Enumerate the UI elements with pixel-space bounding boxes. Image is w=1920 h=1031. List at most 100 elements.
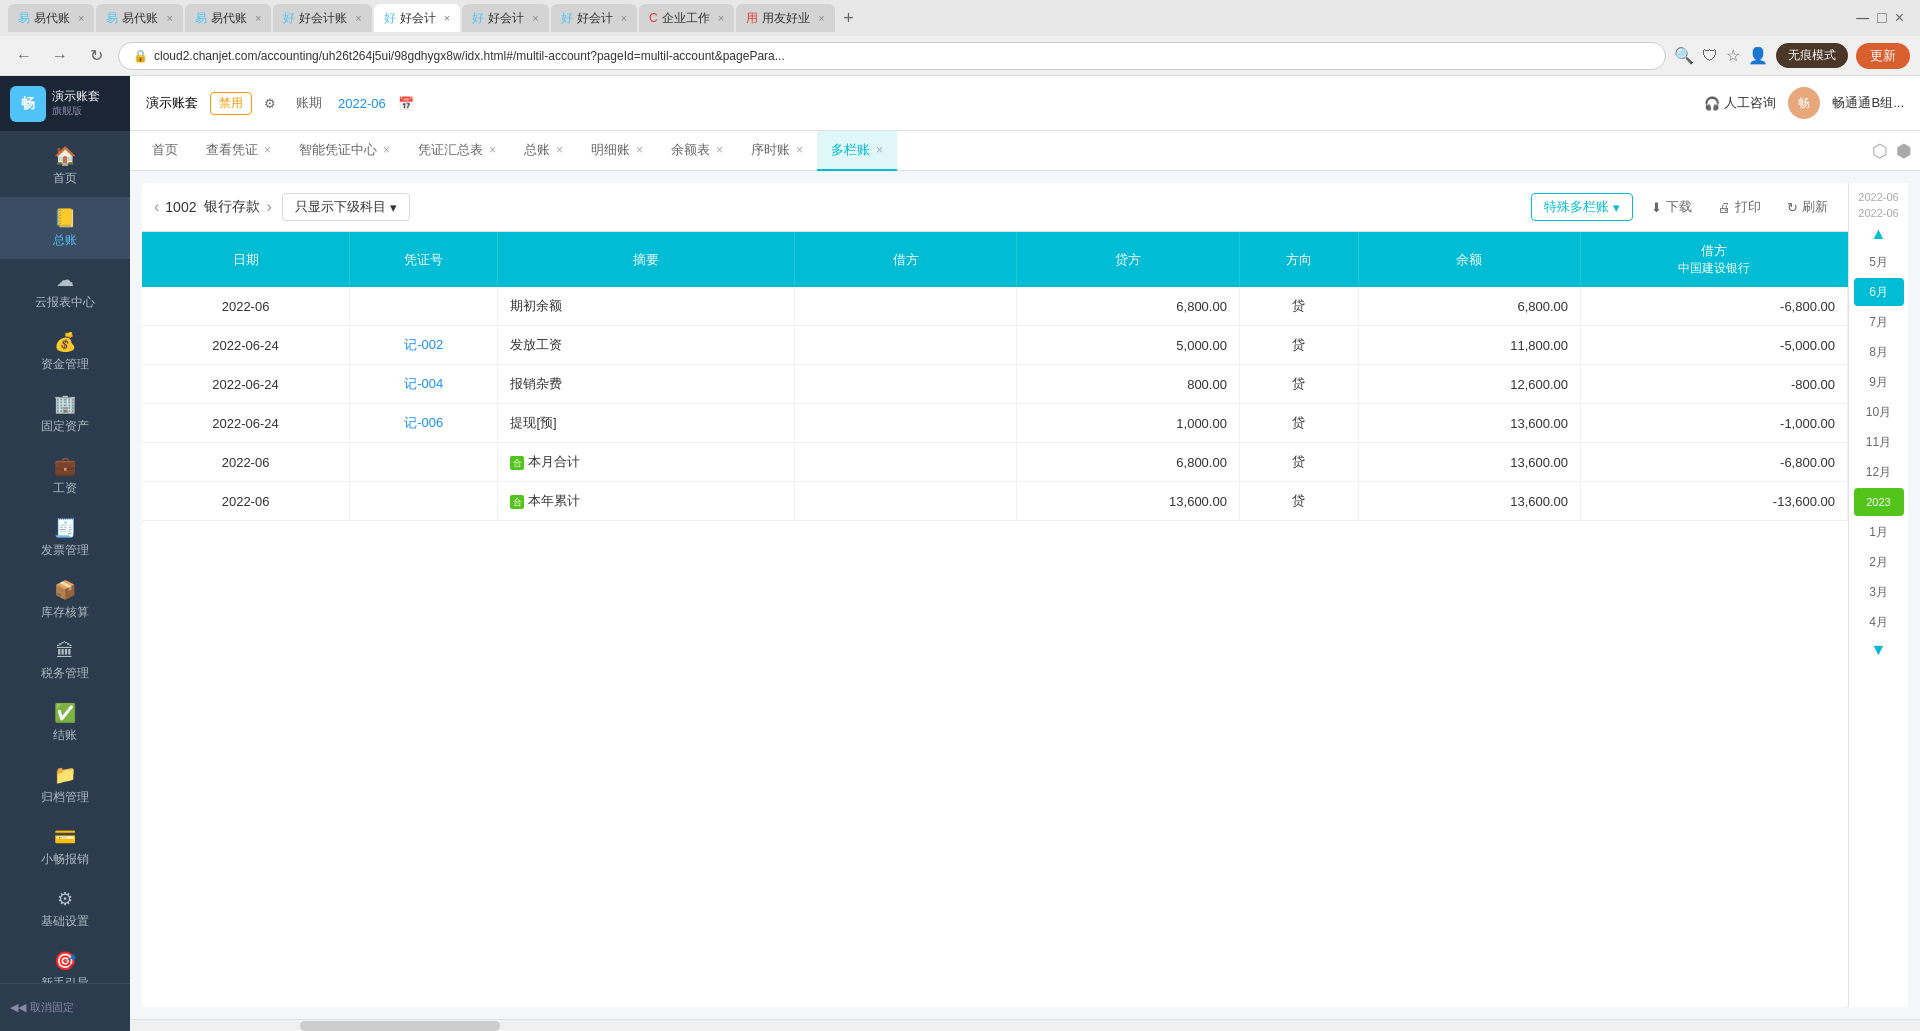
page-tab-voucher[interactable]: 查看凭证 × <box>192 131 285 171</box>
tab-close-vsum[interactable]: × <box>489 143 496 157</box>
refresh-button[interactable]: ↻ 刷新 <box>1779 194 1836 220</box>
archive-icon: 📁 <box>54 764 76 786</box>
no-trace-button[interactable]: 无痕模式 <box>1776 43 1848 68</box>
tab-close-3[interactable]: × <box>255 12 261 24</box>
month-item-aug[interactable]: 8月 <box>1854 338 1904 366</box>
horizontal-scrollbar[interactable] <box>130 1019 1920 1031</box>
tab-haohuiji-4[interactable]: 好 好会计账 × <box>273 4 371 32</box>
new-tab-button[interactable]: + <box>837 6 861 30</box>
tab-close-9[interactable]: × <box>818 12 824 24</box>
sidebar-item-ledger[interactable]: 📒 总账 <box>0 197 130 259</box>
page-tab-general-ledger[interactable]: 总账 × <box>510 131 577 171</box>
sidebar-item-inventory[interactable]: 📦 库存核算 <box>0 569 130 631</box>
sidebar-item-salary[interactable]: 💼 工资 <box>0 445 130 507</box>
month-item-jul[interactable]: 7月 <box>1854 308 1904 336</box>
consult-button[interactable]: 🎧 人工咨询 <box>1704 94 1776 112</box>
next-account-button[interactable]: › <box>266 198 271 216</box>
page-tab-smart-voucher[interactable]: 智能凭证中心 × <box>285 131 404 171</box>
sidebar-item-reports[interactable]: ☁ 云报表中心 <box>0 259 130 321</box>
tab-yidaizhang-3[interactable]: 易 易代账 × <box>185 4 271 32</box>
tab-close-chrono[interactable]: × <box>796 143 803 157</box>
voucher-link[interactable]: 记-004 <box>404 376 443 391</box>
tab-close-1[interactable]: × <box>78 12 84 24</box>
month-item-sep[interactable]: 9月 <box>1854 368 1904 396</box>
sidebar-item-label-home: 首页 <box>53 170 77 187</box>
month-item-feb[interactable]: 2月 <box>1854 548 1904 576</box>
profile-icon[interactable]: 👤 <box>1748 46 1768 65</box>
tab-close-7[interactable]: × <box>621 12 627 24</box>
month-item-mar[interactable]: 3月 <box>1854 578 1904 606</box>
tab-yonyou-9[interactable]: 用 用友好业 × <box>736 4 834 32</box>
demo-badge[interactable]: 禁用 <box>210 92 252 115</box>
maximize-button[interactable]: □ <box>1877 9 1887 27</box>
calendar-icon[interactable]: 📅 <box>398 96 414 111</box>
sidebar-item-home[interactable]: 🏠 首页 <box>0 135 130 197</box>
month-item-apr[interactable]: 4月 <box>1854 608 1904 636</box>
period-value[interactable]: 2022-06 <box>338 96 386 111</box>
tab-close-8[interactable]: × <box>718 12 724 24</box>
tab-close-gl[interactable]: × <box>556 143 563 157</box>
minimize-button[interactable]: ─ <box>1856 8 1869 29</box>
tab-close-4[interactable]: × <box>355 12 361 24</box>
sidebar-item-close[interactable]: ✅ 结账 <box>0 692 130 754</box>
sidebar-item-settings[interactable]: ⚙ 基础设置 <box>0 878 130 940</box>
tab-close-bal[interactable]: × <box>716 143 723 157</box>
filter-button[interactable]: 只显示下级科目 ▾ <box>282 193 410 221</box>
sidebar-item-guide[interactable]: 🎯 新手引导 <box>0 940 130 983</box>
tab-close-5[interactable]: × <box>444 12 450 24</box>
unfix-button[interactable]: ◀◀ 取消固定 <box>4 994 126 1021</box>
tab-haohuiji-5[interactable]: 好 好会计 × <box>374 4 460 32</box>
star-icon[interactable]: ☆ <box>1726 46 1740 65</box>
page-tab-multi-column[interactable]: 多栏账 × <box>817 131 897 171</box>
voucher-link[interactable]: 记-006 <box>404 415 443 430</box>
update-button[interactable]: 更新 <box>1856 43 1910 69</box>
settings-icon[interactable]: ⚙ <box>264 96 276 111</box>
tab-yidaizhang-1[interactable]: 易 易代账 × <box>8 4 94 32</box>
tab-enterprise-8[interactable]: C 企业工作 × <box>639 4 734 32</box>
tab-haohuiji-6[interactable]: 好 好会计 × <box>462 4 548 32</box>
tab-close-smart[interactable]: × <box>383 143 390 157</box>
page-tab-chrono[interactable]: 序时账 × <box>737 131 817 171</box>
month-item-nov[interactable]: 11月 <box>1854 428 1904 456</box>
month-item-jan[interactable]: 1月 <box>1854 518 1904 546</box>
cell-credit: 1,000.00 <box>1017 404 1239 443</box>
tab-close-dl[interactable]: × <box>636 143 643 157</box>
url-input[interactable]: 🔒 cloud2.chanjet.com/accounting/uh26t264… <box>118 42 1666 70</box>
page-tab-voucher-summary[interactable]: 凭证汇总表 × <box>404 131 510 171</box>
back-button[interactable]: ← <box>10 42 38 70</box>
month-scroll-down-button[interactable]: ▼ <box>1871 641 1887 659</box>
voucher-link[interactable]: 记-002 <box>404 337 443 352</box>
forward-button[interactable]: → <box>46 42 74 70</box>
page-tab-detail-ledger[interactable]: 明细账 × <box>577 131 657 171</box>
tab-close-2[interactable]: × <box>166 12 172 24</box>
refresh-button[interactable]: ↻ <box>82 42 110 70</box>
sidebar-item-expense[interactable]: 💳 小畅报销 <box>0 816 130 878</box>
sidebar-item-assets[interactable]: 🏢 固定资产 <box>0 383 130 445</box>
sidebar-item-funds[interactable]: 💰 资金管理 <box>0 321 130 383</box>
sidebar-item-archive[interactable]: 📁 归档管理 <box>0 754 130 816</box>
close-button[interactable]: × <box>1895 9 1904 27</box>
sidebar-item-tax[interactable]: 🏛 税务管理 <box>0 631 130 692</box>
tab-yidaizhang-2[interactable]: 易 易代账 × <box>96 4 182 32</box>
cell-balance: 6,800.00 <box>1358 287 1580 326</box>
tab-expand-icon[interactable]: ⬢ <box>1896 140 1912 162</box>
month-item-jun[interactable]: 6月 <box>1854 278 1904 306</box>
tab-close-multi[interactable]: × <box>876 143 883 157</box>
tab-haohuiji-7[interactable]: 好 好会计 × <box>551 4 637 32</box>
shield-icon[interactable]: 🛡 <box>1702 47 1718 65</box>
sidebar-item-invoice[interactable]: 🧾 发票管理 <box>0 507 130 569</box>
page-tab-home[interactable]: 首页 <box>138 131 192 171</box>
tab-collapse-icon[interactable]: ⬡ <box>1872 140 1888 162</box>
print-button[interactable]: 🖨 打印 <box>1710 194 1769 220</box>
page-tab-balance[interactable]: 余额表 × <box>657 131 737 171</box>
download-button[interactable]: ⬇ 下载 <box>1643 194 1700 220</box>
special-column-button[interactable]: 特殊多栏账 ▾ <box>1531 193 1633 221</box>
prev-account-button[interactable]: ‹ <box>154 198 159 216</box>
month-scroll-up-button[interactable]: ▲ <box>1871 225 1887 243</box>
tab-close-6[interactable]: × <box>532 12 538 24</box>
month-item-may[interactable]: 5月 <box>1854 248 1904 276</box>
search-icon[interactable]: 🔍 <box>1674 46 1694 65</box>
tab-close-voucher[interactable]: × <box>264 143 271 157</box>
month-item-oct[interactable]: 10月 <box>1854 398 1904 426</box>
month-item-dec[interactable]: 12月 <box>1854 458 1904 486</box>
